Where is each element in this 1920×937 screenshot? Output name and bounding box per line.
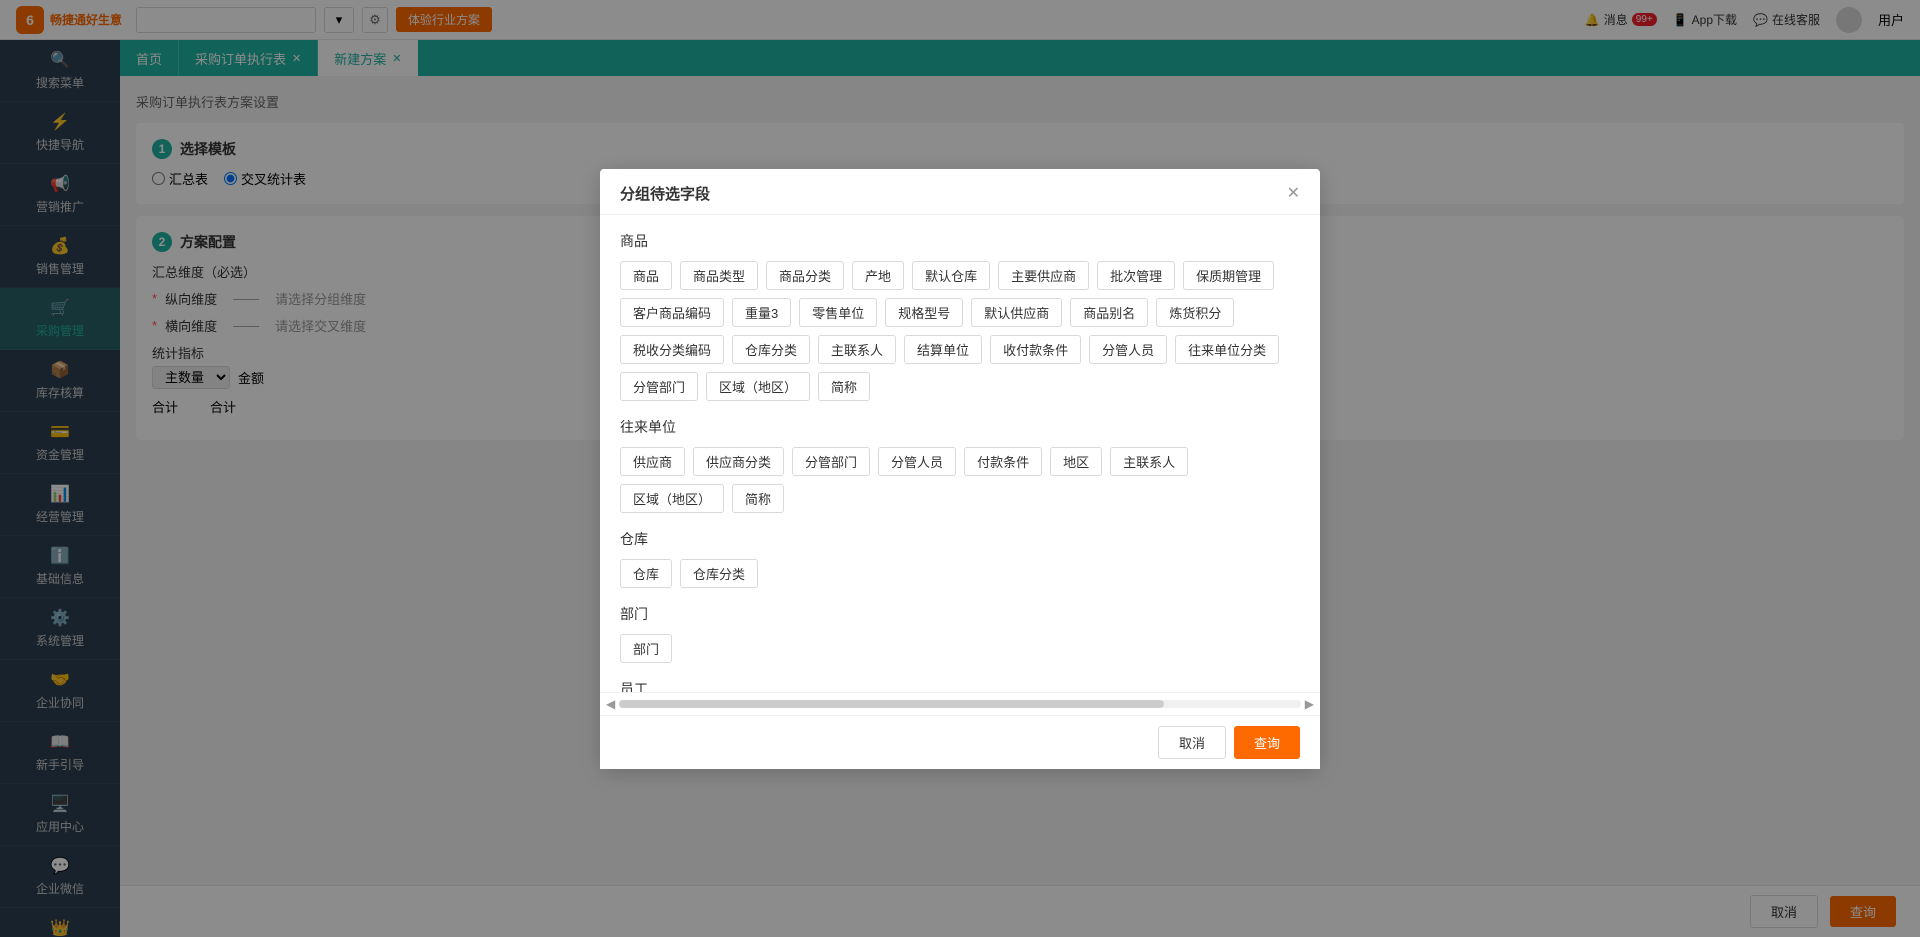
field-tag-0-8[interactable]: 客户商品编码 <box>620 298 724 327</box>
field-tag-1-5[interactable]: 地区 <box>1050 447 1102 476</box>
field-tag-0-2[interactable]: 商品分类 <box>766 261 844 290</box>
field-tag-0-9[interactable]: 重量3 <box>732 298 791 327</box>
modal-confirm-button[interactable]: 查询 <box>1234 726 1300 759</box>
field-section-员工: 员工业务员 <box>620 679 1300 692</box>
field-tag-0-12[interactable]: 默认供应商 <box>971 298 1062 327</box>
modal-scrollbar-row: ◀ ▶ <box>600 692 1320 715</box>
field-tag-0-13[interactable]: 商品别名 <box>1070 298 1148 327</box>
section-title-4: 员工 <box>620 679 1300 692</box>
section-title-1: 往来单位 <box>620 417 1300 437</box>
field-tag-0-19[interactable]: 收付款条件 <box>990 335 1081 364</box>
section-title-3: 部门 <box>620 604 1300 624</box>
field-select-modal: 分组待选字段 ✕ 商品商品商品类型商品分类产地默认仓库主要供应商批次管理保质期管… <box>600 169 1320 769</box>
field-tag-0-16[interactable]: 仓库分类 <box>732 335 810 364</box>
field-tag-0-23[interactable]: 区域（地区） <box>706 372 810 401</box>
field-tag-0-1[interactable]: 商品类型 <box>680 261 758 290</box>
modal-title: 分组待选字段 <box>620 183 710 204</box>
field-tag-0-17[interactable]: 主联系人 <box>818 335 896 364</box>
modal-header: 分组待选字段 ✕ <box>600 169 1320 215</box>
field-tag-0-10[interactable]: 零售单位 <box>799 298 877 327</box>
field-tag-2-1[interactable]: 仓库分类 <box>680 559 758 588</box>
field-tag-3-0[interactable]: 部门 <box>620 634 672 663</box>
field-tag-1-2[interactable]: 分管部门 <box>792 447 870 476</box>
field-section-往来单位: 往来单位供应商供应商分类分管部门分管人员付款条件地区主联系人区域（地区） 简称 <box>620 417 1300 513</box>
field-tag-0-11[interactable]: 规格型号 <box>885 298 963 327</box>
field-tag-1-1[interactable]: 供应商分类 <box>693 447 784 476</box>
field-tag-0-21[interactable]: 往来单位分类 <box>1175 335 1279 364</box>
section-title-2: 仓库 <box>620 529 1300 549</box>
scroll-right-arrow[interactable]: ▶ <box>1301 697 1318 711</box>
field-tag-1-3[interactable]: 分管人员 <box>878 447 956 476</box>
field-section-部门: 部门部门 <box>620 604 1300 663</box>
horizontal-scrollbar[interactable] <box>619 700 1301 708</box>
modal-close-button[interactable]: ✕ <box>1287 183 1300 203</box>
field-tag-0-22[interactable]: 分管部门 <box>620 372 698 401</box>
field-tag-0-20[interactable]: 分管人员 <box>1089 335 1167 364</box>
field-tag-0-18[interactable]: 结算单位 <box>904 335 982 364</box>
scroll-left-arrow[interactable]: ◀ <box>602 697 619 711</box>
field-tag-1-0[interactable]: 供应商 <box>620 447 685 476</box>
modal-body: 商品商品商品类型商品分类产地默认仓库主要供应商批次管理保质期管理客户商品编码重量… <box>600 215 1320 692</box>
modal-overlay: 分组待选字段 ✕ 商品商品商品类型商品分类产地默认仓库主要供应商批次管理保质期管… <box>0 0 1920 937</box>
field-tag-1-4[interactable]: 付款条件 <box>964 447 1042 476</box>
field-tag-0-24[interactable]: 简称 <box>818 372 870 401</box>
field-tag-1-6[interactable]: 主联系人 <box>1110 447 1188 476</box>
field-tags-2: 仓库仓库分类 <box>620 559 1300 588</box>
field-tags-0: 商品商品类型商品分类产地默认仓库主要供应商批次管理保质期管理客户商品编码重量3 零… <box>620 261 1300 401</box>
scrollbar-thumb <box>619 700 1164 708</box>
field-tag-0-3[interactable]: 产地 <box>852 261 904 290</box>
field-section-商品: 商品商品商品类型商品分类产地默认仓库主要供应商批次管理保质期管理客户商品编码重量… <box>620 231 1300 401</box>
field-tags-1: 供应商供应商分类分管部门分管人员付款条件地区主联系人区域（地区） 简称 <box>620 447 1300 513</box>
field-tag-0-0[interactable]: 商品 <box>620 261 672 290</box>
field-tag-0-15[interactable]: 税收分类编码 <box>620 335 724 364</box>
modal-footer: 取消 查询 <box>600 715 1320 769</box>
section-title-0: 商品 <box>620 231 1300 251</box>
field-tag-1-7[interactable]: 区域（地区） <box>620 484 724 513</box>
field-tag-0-7[interactable]: 保质期管理 <box>1183 261 1274 290</box>
field-tag-0-4[interactable]: 默认仓库 <box>912 261 990 290</box>
field-tag-2-0[interactable]: 仓库 <box>620 559 672 588</box>
modal-cancel-button[interactable]: 取消 <box>1158 726 1226 759</box>
field-section-仓库: 仓库仓库仓库分类 <box>620 529 1300 588</box>
field-tag-0-14[interactable]: 炼货积分 <box>1156 298 1234 327</box>
field-tags-3: 部门 <box>620 634 1300 663</box>
field-tag-0-5[interactable]: 主要供应商 <box>998 261 1089 290</box>
field-tag-1-8[interactable]: 简称 <box>732 484 784 513</box>
field-tag-0-6[interactable]: 批次管理 <box>1097 261 1175 290</box>
